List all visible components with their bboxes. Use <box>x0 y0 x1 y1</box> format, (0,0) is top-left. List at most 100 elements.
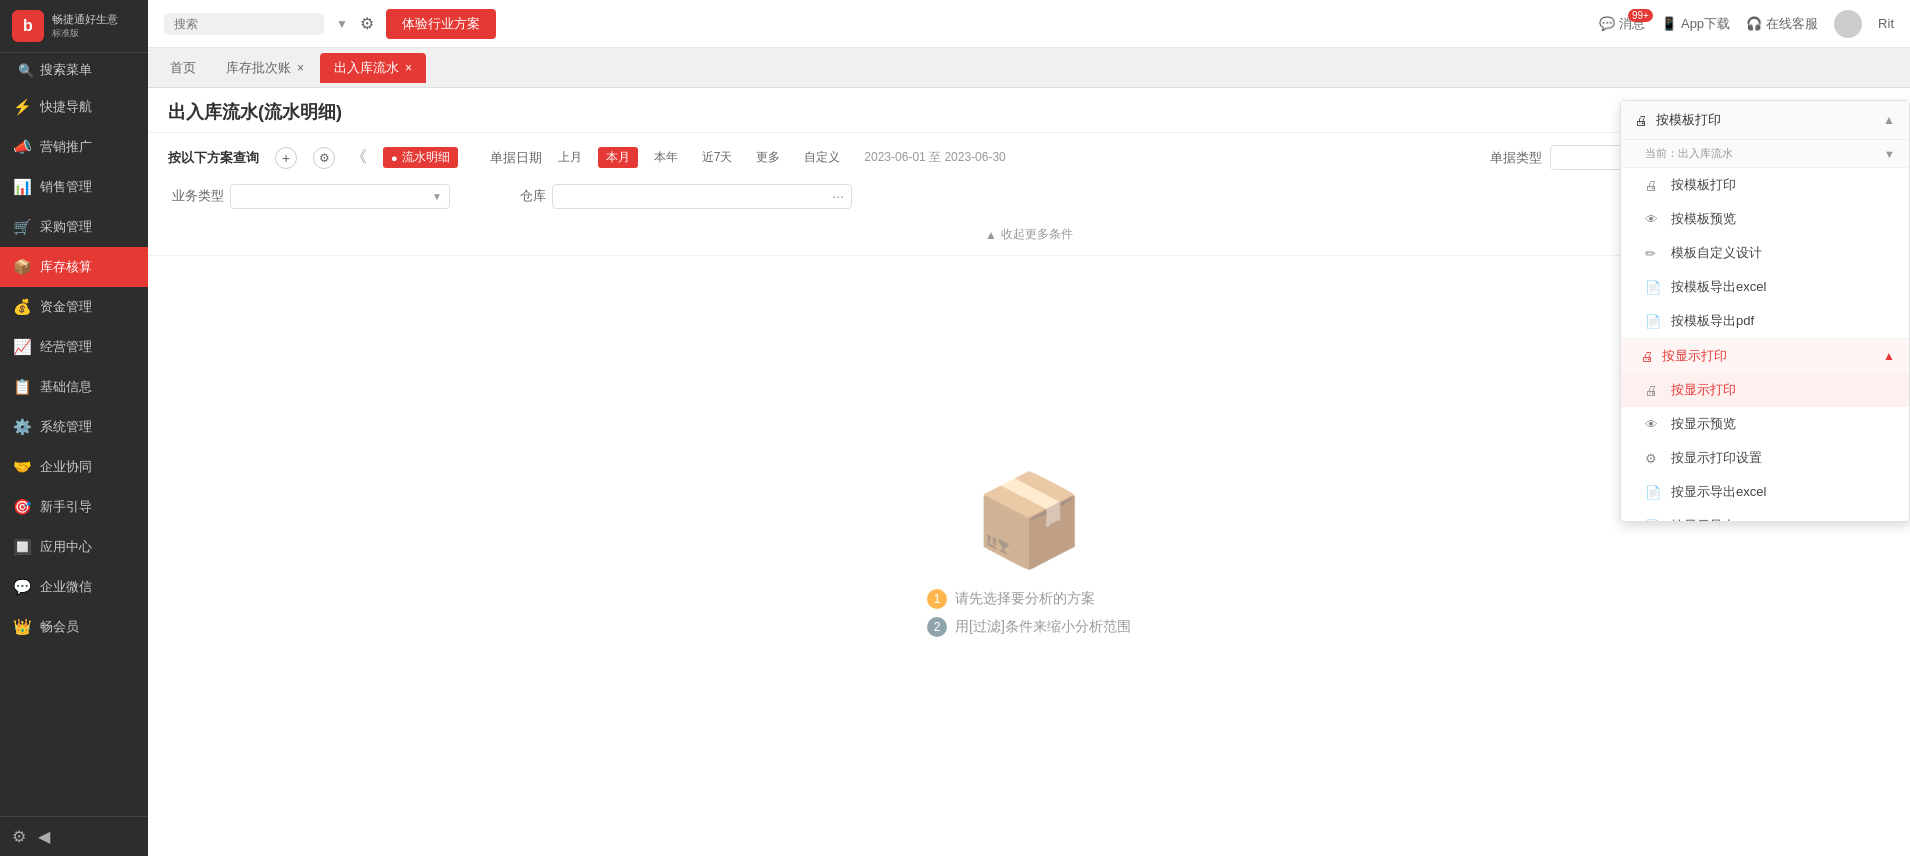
operations-icon: 📈 <box>12 337 32 357</box>
tab-flow[interactable]: 出入库流水 × <box>320 53 426 83</box>
empty-hint-1: 1 请先选择要分析的方案 <box>927 589 1131 609</box>
sidebar-item-label: 畅会员 <box>40 618 79 636</box>
sidebar-item-system[interactable]: ⚙️ 系统管理 <box>0 407 148 447</box>
trial-btn[interactable]: 体验行业方案 <box>386 9 496 39</box>
message-icon: 💬 <box>1599 16 1615 31</box>
sidebar-item-purchase[interactable]: 🛒 采购管理 <box>0 207 148 247</box>
filter-settings-btn[interactable]: ⚙ <box>313 147 335 169</box>
tab-batch-account-close[interactable]: × <box>297 61 304 75</box>
avatar[interactable] <box>1834 10 1862 38</box>
sidebar-search-item[interactable]: 🔍 搜索菜单 <box>0 53 148 87</box>
enterprise-icon: 🤝 <box>12 457 32 477</box>
biz-type-input[interactable] <box>230 184 450 209</box>
sidebar-item-finance[interactable]: 💰 资金管理 <box>0 287 148 327</box>
panel-item-display-preview[interactable]: 👁 按显示预览 <box>1621 407 1909 441</box>
sidebar-item-guide[interactable]: 🎯 新手引导 <box>0 487 148 527</box>
collapse-label: 收起更多条件 <box>1001 226 1073 243</box>
panel-item-template-print[interactable]: 🖨 按模板打印 <box>1621 168 1909 202</box>
warehouse-label: 仓库 <box>490 187 546 205</box>
guide-icon: 🎯 <box>12 497 32 517</box>
sidebar-item-wechat[interactable]: 💬 企业微信 <box>0 567 148 607</box>
warehouse-more-btn[interactable]: ··· <box>832 188 844 204</box>
sidebar-item-basic-info[interactable]: 📋 基础信息 <box>0 367 148 407</box>
sales-icon: 📊 <box>12 177 32 197</box>
sidebar-bottom: ⚙ ◀ <box>0 816 148 856</box>
panel-item-template-preview[interactable]: 👁 按模板预览 <box>1621 202 1909 236</box>
logo-title: 畅捷通好生意 <box>52 12 118 27</box>
filter-collapse-btn[interactable]: 《 <box>351 147 367 168</box>
sidebar-nav: ⚡ 快捷导航 📣 营销推广 📊 销售管理 🛒 采购管理 📦 库存核算 💰 资金管… <box>0 87 148 816</box>
app-download-label: App下载 <box>1681 15 1730 33</box>
filter-add-btn[interactable]: + <box>275 147 297 169</box>
panel-item-template-excel[interactable]: 📄 按模板导出excel <box>1621 270 1909 304</box>
date-btn-7days[interactable]: 近7天 <box>694 147 741 168</box>
date-btn-last-month[interactable]: 上月 <box>550 147 590 168</box>
tab-home[interactable]: 首页 <box>156 53 210 83</box>
quick-nav-icon: ⚡ <box>12 97 32 117</box>
topbar-dropdown[interactable]: ▼ <box>336 17 348 31</box>
sidebar-settings-icon[interactable]: ⚙ <box>12 827 26 846</box>
panel-template-print-header[interactable]: 🖨 按模板打印 ▲ <box>1621 101 1909 140</box>
headset-icon: 🎧 <box>1746 16 1762 31</box>
service-label: 在线客服 <box>1766 15 1818 33</box>
print-dropdown-panel: 🖨 按模板打印 ▲ 当前：出入库流水 ▼ 🖨 按模板打印 👁 按模板预览 ✏ <box>1620 100 1910 522</box>
sidebar-item-label: 采购管理 <box>40 218 92 236</box>
message-btn[interactable]: 💬 消息 99+ <box>1599 15 1645 33</box>
display-print-label: 按显示打印 <box>1671 381 1736 399</box>
sidebar-item-app-center[interactable]: 🔲 应用中心 <box>0 527 148 567</box>
display-print-header-icon: 🖨 <box>1641 349 1654 364</box>
panel-item-display-print[interactable]: 🖨 按显示打印 <box>1621 373 1909 407</box>
tab-flow-label: 出入库流水 <box>334 59 399 77</box>
chevron-down-icon: ▼ <box>336 17 348 31</box>
panel-header-chevron: ▲ <box>1883 113 1895 127</box>
member-icon: 👑 <box>12 617 32 637</box>
tab-batch-account[interactable]: 库存批次账 × <box>212 53 318 83</box>
date-btn-custom[interactable]: 自定义 <box>796 147 848 168</box>
empty-illustration: 📦 <box>973 468 1085 573</box>
sidebar-item-label: 应用中心 <box>40 538 92 556</box>
panel-item-display-settings[interactable]: ⚙ 按显示打印设置 <box>1621 441 1909 475</box>
display-print-icon: 🖨 <box>1645 383 1661 398</box>
sidebar-item-enterprise[interactable]: 🤝 企业协同 <box>0 447 148 487</box>
tab-bar: 首页 库存批次账 × 出入库流水 × <box>148 48 1910 88</box>
template-excel-label: 按模板导出excel <box>1671 278 1766 296</box>
topbar-gear-icon[interactable]: ⚙ <box>360 14 374 33</box>
online-service-btn[interactable]: 🎧 在线客服 <box>1746 15 1818 33</box>
display-preview-icon: 👁 <box>1645 417 1661 432</box>
date-btn-more[interactable]: 更多 <box>748 147 788 168</box>
collapse-conditions-btn[interactable]: ▲ 收起更多条件 <box>985 226 1073 243</box>
biz-type-field: 业务类型 ▼ <box>168 184 450 209</box>
panel-printer-icon: 🖨 <box>1635 113 1648 128</box>
hint-text-1: 请先选择要分析的方案 <box>955 590 1095 608</box>
panel-item-display-excel[interactable]: 📄 按显示导出excel <box>1621 475 1909 509</box>
panel-display-section-header[interactable]: 🖨 按显示打印 ▲ <box>1621 339 1909 373</box>
sidebar-item-marketing[interactable]: 📣 营销推广 <box>0 127 148 167</box>
hint-num-2: 2 <box>927 617 947 637</box>
sidebar-item-sales[interactable]: 📊 销售管理 <box>0 167 148 207</box>
warehouse-input[interactable] <box>552 184 852 209</box>
date-btn-this-year[interactable]: 本年 <box>646 147 686 168</box>
sidebar-item-inventory[interactable]: 📦 库存核算 <box>0 247 148 287</box>
filter-label: 按以下方案查询 <box>168 149 259 167</box>
panel-item-template-custom[interactable]: ✏ 模板自定义设计 <box>1621 236 1909 270</box>
date-filter-group: 单据日期 上月 本月 本年 近7天 更多 自定义 2023-06-01 至 20… <box>490 147 1006 168</box>
finance-icon: 💰 <box>12 297 32 317</box>
panel-item-display-pdf[interactable]: 📄 按显示导出pdf <box>1621 509 1909 521</box>
sidebar-item-label: 销售管理 <box>40 178 92 196</box>
system-icon: ⚙️ <box>12 417 32 437</box>
template-preview-label: 按模板预览 <box>1671 210 1736 228</box>
date-btn-this-month[interactable]: 本月 <box>598 147 638 168</box>
tab-flow-close[interactable]: × <box>405 61 412 75</box>
sidebar-collapse-icon[interactable]: ◀ <box>38 827 50 846</box>
sidebar-item-quick-nav[interactable]: ⚡ 快捷导航 <box>0 87 148 127</box>
template-print-icon: 🖨 <box>1645 178 1661 193</box>
app-download-btn[interactable]: 📱 App下载 <box>1661 15 1730 33</box>
date-label: 单据日期 <box>490 149 542 167</box>
display-section-label: 按显示打印 <box>1662 347 1727 365</box>
topbar-search-input[interactable] <box>164 13 324 35</box>
sidebar-item-operations[interactable]: 📈 经营管理 <box>0 327 148 367</box>
panel-item-template-pdf[interactable]: 📄 按模板导出pdf <box>1621 304 1909 338</box>
sidebar-item-member[interactable]: 👑 畅会员 <box>0 607 148 647</box>
app-center-icon: 🔲 <box>12 537 32 557</box>
sidebar-item-label: 营销推广 <box>40 138 92 156</box>
